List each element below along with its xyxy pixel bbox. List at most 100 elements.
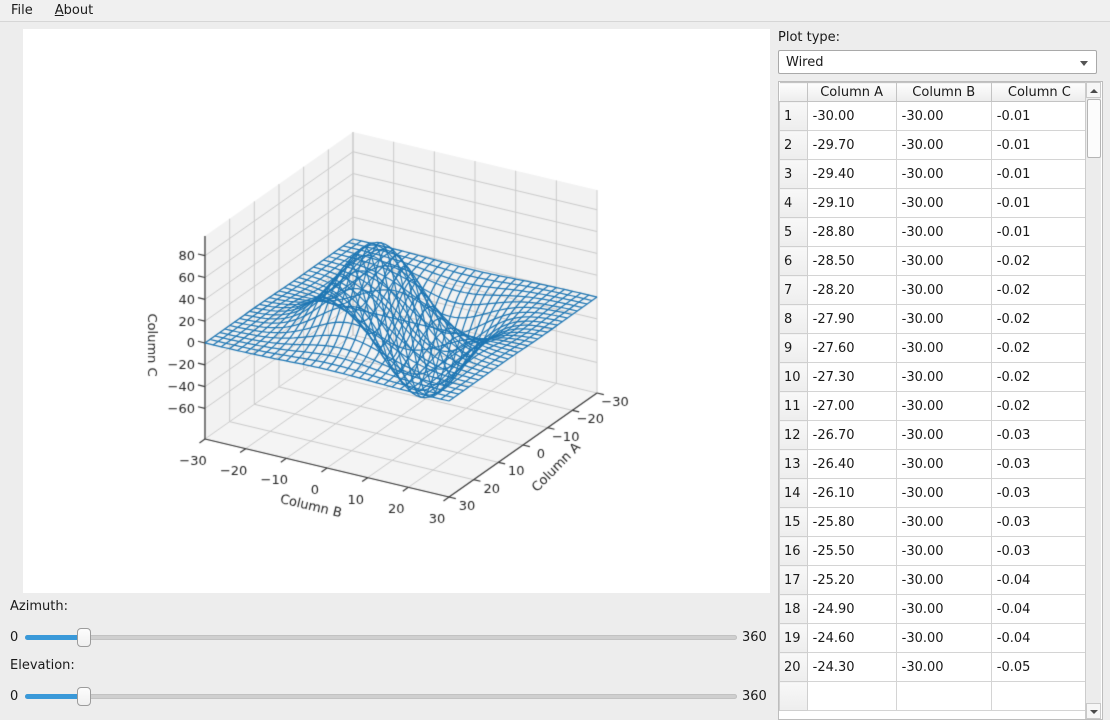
table-cell[interactable]: -0.02	[991, 247, 1087, 276]
table-cell[interactable]	[991, 682, 1087, 711]
column-header-column-c[interactable]: Column C	[991, 83, 1087, 102]
table-cell[interactable]: -30.00	[896, 102, 991, 131]
elevation-slider-thumb[interactable]	[77, 687, 91, 706]
row-number-cell[interactable]: 8	[780, 305, 808, 334]
scroll-down-button[interactable]	[1086, 703, 1101, 719]
column-header-column-a[interactable]: Column A	[807, 83, 896, 102]
row-number-cell[interactable]: 18	[780, 595, 808, 624]
table-cell[interactable]: -30.00	[896, 247, 991, 276]
table-cell[interactable]	[896, 682, 991, 711]
row-number-cell[interactable]: 9	[780, 334, 808, 363]
row-number-cell[interactable]	[780, 682, 808, 711]
table-cell[interactable]: -28.50	[807, 247, 896, 276]
row-number-cell[interactable]: 20	[780, 653, 808, 682]
table-cell[interactable]: -0.02	[991, 276, 1087, 305]
row-number-cell[interactable]: 15	[780, 508, 808, 537]
table-cell[interactable]: -30.00	[896, 653, 991, 682]
table-cell[interactable]: -0.01	[991, 131, 1087, 160]
table-cell[interactable]: -0.01	[991, 189, 1087, 218]
table-cell[interactable]: -0.03	[991, 450, 1087, 479]
scroll-up-button[interactable]	[1086, 82, 1101, 98]
table-cell[interactable]: -0.02	[991, 363, 1087, 392]
table-cell[interactable]: -0.03	[991, 508, 1087, 537]
menu-item-file[interactable]: File	[0, 1, 44, 21]
table-cell[interactable]: -30.00	[896, 334, 991, 363]
table-cell[interactable]: -0.02	[991, 334, 1087, 363]
table-cell[interactable]: -24.90	[807, 595, 896, 624]
table-cell[interactable]: -0.03	[991, 537, 1087, 566]
table-cell[interactable]: -0.01	[991, 160, 1087, 189]
table-cell[interactable]: -26.10	[807, 479, 896, 508]
row-number-cell[interactable]: 2	[780, 131, 808, 160]
plot-3d-canvas[interactable]	[23, 29, 770, 593]
table-cell[interactable]: -24.60	[807, 624, 896, 653]
table-cell[interactable]: -0.04	[991, 624, 1087, 653]
row-number-cell[interactable]: 4	[780, 189, 808, 218]
table-cell[interactable]: -30.00	[896, 421, 991, 450]
table-cell[interactable]: -30.00	[896, 595, 991, 624]
azimuth-slider-thumb[interactable]	[77, 628, 91, 647]
table-cell[interactable]: -30.00	[896, 131, 991, 160]
row-number-cell[interactable]: 3	[780, 160, 808, 189]
table-cell[interactable]: -30.00	[896, 189, 991, 218]
table-cell[interactable]: -0.01	[991, 218, 1087, 247]
row-number-cell[interactable]: 10	[780, 363, 808, 392]
row-number-cell[interactable]: 13	[780, 450, 808, 479]
table-cell[interactable]: -30.00	[896, 624, 991, 653]
table-cell[interactable]: -29.70	[807, 131, 896, 160]
table-cell[interactable]: -30.00	[896, 218, 991, 247]
row-number-cell[interactable]: 14	[780, 479, 808, 508]
row-number-cell[interactable]: 5	[780, 218, 808, 247]
row-number-cell[interactable]: 19	[780, 624, 808, 653]
elevation-slider[interactable]	[25, 694, 737, 699]
table-cell[interactable]: -27.90	[807, 305, 896, 334]
table-cell[interactable]: -30.00	[896, 392, 991, 421]
table-cell[interactable]: -25.80	[807, 508, 896, 537]
table-cell[interactable]: -25.20	[807, 566, 896, 595]
azimuth-label: Azimuth:	[10, 599, 68, 614]
table-cell[interactable]: -24.30	[807, 653, 896, 682]
table-cell[interactable]: -28.80	[807, 218, 896, 247]
table-cell[interactable]: -30.00	[896, 160, 991, 189]
table-cell[interactable]: -27.30	[807, 363, 896, 392]
row-number-cell[interactable]: 16	[780, 537, 808, 566]
table-cell[interactable]: -27.60	[807, 334, 896, 363]
azimuth-slider[interactable]	[25, 635, 737, 640]
table-cell[interactable]: -0.05	[991, 653, 1087, 682]
table-cell[interactable]: -30.00	[896, 363, 991, 392]
table-cell[interactable]: -0.03	[991, 479, 1087, 508]
table-cell[interactable]: -28.20	[807, 276, 896, 305]
row-number-cell[interactable]: 7	[780, 276, 808, 305]
table-cell[interactable]: -30.00	[896, 479, 991, 508]
row-number-cell[interactable]: 17	[780, 566, 808, 595]
table-cell[interactable]: -30.00	[896, 305, 991, 334]
table-cell[interactable]: -30.00	[896, 276, 991, 305]
table-scrollbar[interactable]	[1085, 82, 1101, 719]
table-cell[interactable]: -0.01	[991, 102, 1087, 131]
row-number-cell[interactable]: 11	[780, 392, 808, 421]
table-cell[interactable]: -0.02	[991, 305, 1087, 334]
table-cell[interactable]: -30.00	[896, 508, 991, 537]
table-cell[interactable]: -26.70	[807, 421, 896, 450]
table-cell[interactable]: -30.00	[896, 566, 991, 595]
table-cell[interactable]: -29.10	[807, 189, 896, 218]
column-header-column-b[interactable]: Column B	[896, 83, 991, 102]
row-number-cell[interactable]: 12	[780, 421, 808, 450]
table-cell[interactable]: -25.50	[807, 537, 896, 566]
table-cell[interactable]: -0.03	[991, 421, 1087, 450]
table-cell[interactable]: -0.04	[991, 566, 1087, 595]
table-cell[interactable]: -30.00	[896, 450, 991, 479]
scrollbar-thumb[interactable]	[1087, 99, 1101, 158]
table-cell[interactable]: -29.40	[807, 160, 896, 189]
plot-type-dropdown[interactable]: Wired	[778, 50, 1097, 74]
table-cell[interactable]: -0.02	[991, 392, 1087, 421]
menu-item-about[interactable]: About	[44, 1, 104, 21]
row-number-cell[interactable]: 1	[780, 102, 808, 131]
table-cell[interactable]: -0.04	[991, 595, 1087, 624]
table-cell[interactable]: -30.00	[807, 102, 896, 131]
table-cell[interactable]: -30.00	[896, 537, 991, 566]
row-number-cell[interactable]: 6	[780, 247, 808, 276]
table-cell[interactable]: -26.40	[807, 450, 896, 479]
table-cell[interactable]: -27.00	[807, 392, 896, 421]
table-cell[interactable]	[807, 682, 896, 711]
